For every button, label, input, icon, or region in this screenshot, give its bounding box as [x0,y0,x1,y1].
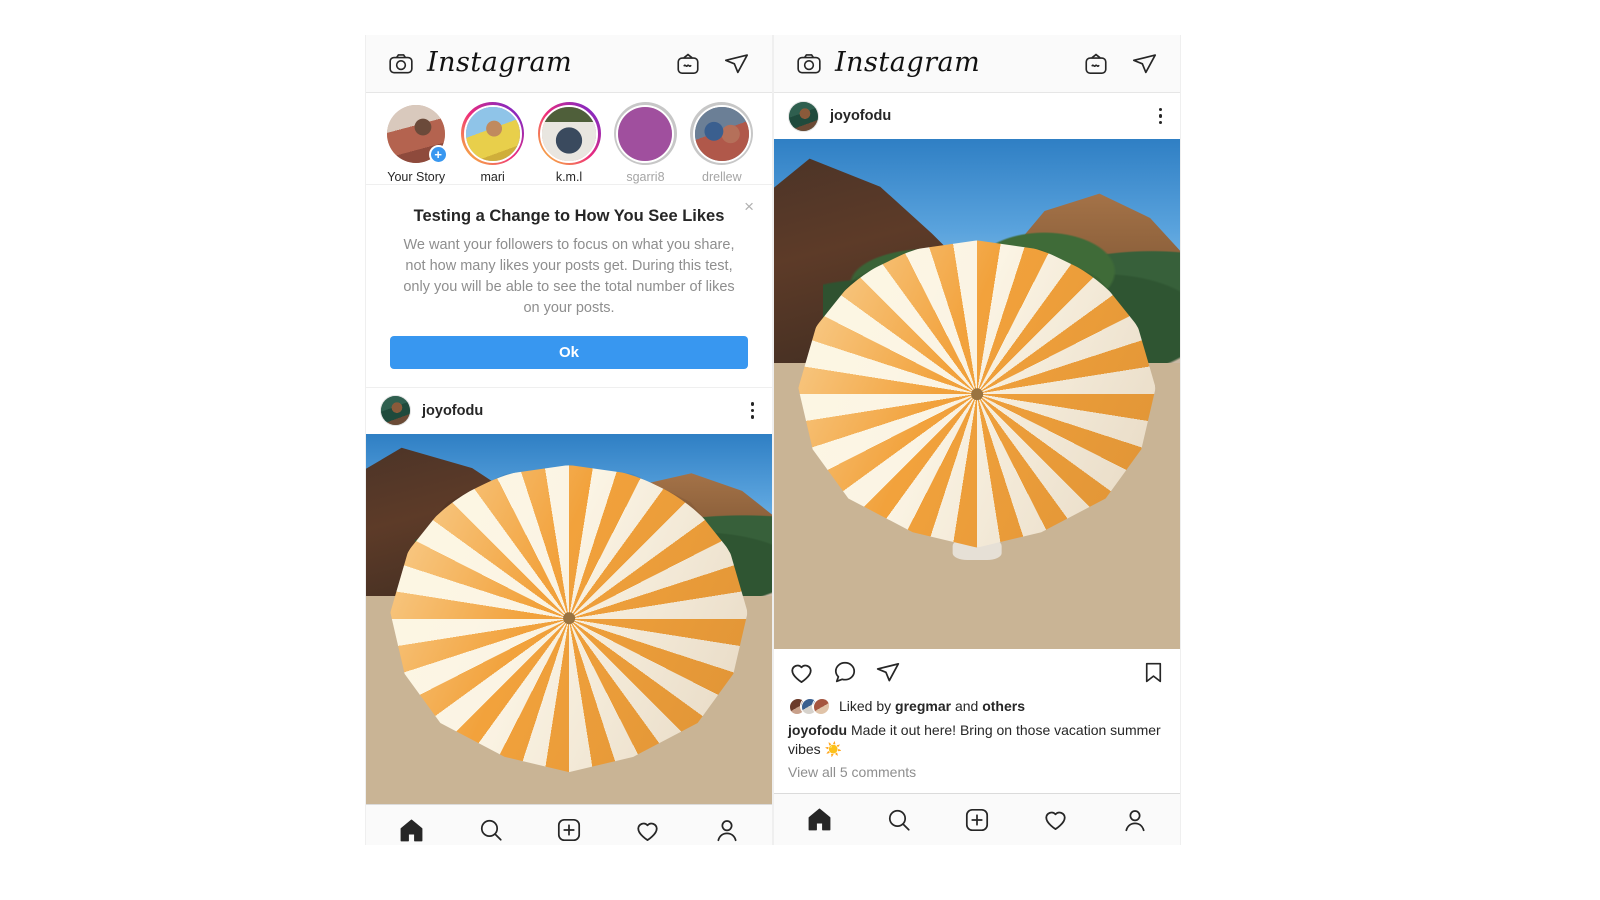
story-item-kml[interactable]: k.m.l [533,102,605,184]
post-username[interactable]: joyofodu [830,108,891,124]
liked-by-others[interactable]: others [982,698,1025,714]
camera-icon[interactable] [388,51,414,77]
notice-body: We want your followers to focus on what … [403,236,735,316]
instagram-wordmark: Instagram [835,46,981,78]
story-label: mari [480,171,505,184]
top-bar-actions [675,50,750,77]
liked-by-middle: and [951,698,983,714]
liked-by-avatars [788,697,830,715]
avatar[interactable] [380,395,411,427]
post-header: joyofodu [774,93,1180,139]
instagram-wordmark: Instagram [427,46,573,78]
post-actions [774,649,1180,695]
avatar [812,697,830,715]
post-photo[interactable] [366,433,772,804]
photo-scene [366,433,772,804]
story-label: drellew [702,171,742,184]
tab-home[interactable] [398,817,425,844]
story-ring [690,102,754,165]
story-avatar [540,104,599,163]
story-item-sgarri8[interactable]: sgarri8 [609,102,681,184]
heart-icon[interactable] [788,659,815,686]
phone-left: Instagram + Your Story mari k.m.l sgarri… [365,35,773,845]
bookmark-icon[interactable] [1141,660,1166,685]
ok-button[interactable]: Ok [390,335,748,369]
more-options-icon[interactable] [1155,104,1167,129]
app-logo-group: Instagram [796,49,980,79]
story-label: Your Story [387,171,446,184]
app-logo-group: Instagram [388,49,572,79]
bottom-tab-bar[interactable] [366,803,772,845]
app-top-bar: Instagram [366,35,772,93]
tab-profile[interactable] [714,817,740,843]
notice-title: Testing a Change to How You See Likes [413,206,725,225]
post-meta: Liked by gregmar and others joyofodu Mad… [774,695,1180,780]
post-caption: joyofodu Made it out here! Bring on thos… [788,721,1166,760]
comment-icon[interactable] [832,659,858,685]
tab-add-post[interactable] [556,817,582,843]
direct-message-icon[interactable] [1131,50,1158,77]
story-ring: + [385,102,448,165]
liked-by-prefix: Liked by [839,698,896,714]
story-avatar [692,104,751,163]
app-top-bar: Instagram [774,35,1180,93]
post-username[interactable]: joyofodu [422,403,483,419]
story-avatar [463,104,522,163]
tab-activity[interactable] [1042,806,1069,833]
close-icon[interactable]: × [744,198,754,215]
story-item-your-story[interactable]: + Your Story [380,102,452,184]
stories-tray[interactable]: + Your Story mari k.m.l sgarri8 drellew [366,93,772,185]
tab-search[interactable] [478,817,504,843]
story-label: k.m.l [555,171,583,184]
story-ring [537,102,601,165]
story-ring [461,102,525,165]
view-all-comments-link[interactable]: View all 5 comments [788,764,1166,780]
story-item-drellew[interactable]: drellew [686,102,758,184]
share-icon[interactable] [875,659,901,685]
liked-by-username[interactable]: gregmar [895,698,951,714]
more-options-icon[interactable] [747,398,759,423]
story-label: sgarri8 [626,171,665,184]
igtv-icon[interactable] [675,51,701,77]
phone-right: Instagram joyofodu Liked by gregmar and … [773,35,1181,845]
dual-phone-mockup: Instagram + Your Story mari k.m.l sgarri… [365,35,1181,845]
post-photo[interactable] [774,139,1180,649]
likes-test-notice-card: × Testing a Change to How You See Likes … [366,184,772,388]
story-ring [613,102,677,165]
screenshot-canvas: Instagram + Your Story mari k.m.l sgarri… [0,0,1600,900]
camera-icon[interactable] [796,51,822,77]
tab-profile[interactable] [1122,807,1148,833]
story-item-mari[interactable]: mari [456,102,528,184]
caption-username[interactable]: joyofodu [788,722,847,738]
top-bar-actions [1083,50,1158,77]
bottom-tab-bar[interactable] [774,793,1180,845]
tab-home[interactable] [806,806,833,833]
direct-message-icon[interactable] [723,50,750,77]
liked-by-row[interactable]: Liked by gregmar and others [788,697,1166,715]
post-header: joyofodu [366,387,772,434]
igtv-icon[interactable] [1083,51,1109,77]
avatar[interactable] [788,100,819,132]
liked-by-text: Liked by gregmar and others [839,698,1025,714]
add-story-badge-icon[interactable]: + [428,145,448,164]
story-avatar [616,104,675,163]
tab-activity[interactable] [634,817,661,844]
photo-scene [774,139,1180,649]
tab-search[interactable] [886,807,912,833]
tab-add-post[interactable] [964,807,990,833]
